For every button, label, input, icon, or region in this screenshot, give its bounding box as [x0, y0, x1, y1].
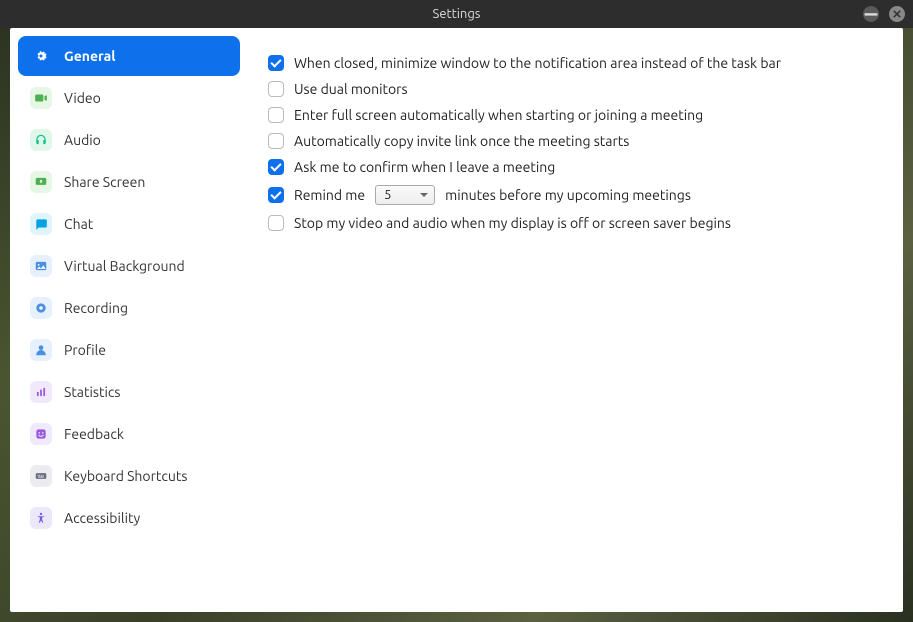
checkbox-confirm-leave[interactable]: [268, 159, 284, 175]
sidebar-item-label: Statistics: [64, 384, 120, 400]
titlebar[interactable]: Settings: [0, 0, 913, 28]
setting-auto-copy-invite: Automatically copy invite link once the …: [268, 128, 875, 154]
sidebar-item-statistics[interactable]: Statistics: [18, 372, 240, 412]
checkbox-auto-copy-invite[interactable]: [268, 133, 284, 149]
setting-confirm-leave: Ask me to confirm when I leave a meeting: [268, 154, 875, 180]
feedback-icon: [30, 423, 52, 445]
sidebar-item-label: Audio: [64, 132, 101, 148]
close-button[interactable]: [889, 6, 905, 22]
sidebar-item-label: Video: [64, 90, 101, 106]
setting-label: Use dual monitors: [294, 81, 408, 97]
settings-window: General Video Audio Share Screen Chat Virtual…: [10, 28, 903, 612]
sidebar-item-general[interactable]: General: [18, 36, 240, 76]
sidebar-item-label: Virtual Background: [64, 258, 185, 274]
sidebar-item-label: Profile: [64, 342, 106, 358]
sidebar-item-label: Keyboard Shortcuts: [64, 468, 187, 484]
keyboard-icon: [30, 465, 52, 487]
setting-minimize-on-close: When closed, minimize window to the noti…: [268, 50, 875, 76]
sidebar-item-label: Accessibility: [64, 510, 140, 526]
checkbox-full-screen-on-join[interactable]: [268, 107, 284, 123]
remind-minutes-select[interactable]: 5: [375, 185, 435, 205]
headphones-icon: [30, 129, 52, 151]
accessibility-icon: [30, 507, 52, 529]
setting-label: When closed, minimize window to the noti…: [294, 55, 781, 71]
setting-label: Enter full screen automatically when sta…: [294, 107, 703, 123]
chat-icon: [30, 213, 52, 235]
sidebar: General Video Audio Share Screen Chat Virtual…: [10, 28, 240, 612]
sidebar-item-recording[interactable]: Recording: [18, 288, 240, 328]
record-icon: [30, 297, 52, 319]
setting-full-screen-on-join: Enter full screen automatically when sta…: [268, 102, 875, 128]
checkbox-dual-monitors[interactable]: [268, 81, 284, 97]
setting-label-prefix: Remind me: [294, 187, 365, 203]
sidebar-item-keyboard-shortcuts[interactable]: Keyboard Shortcuts: [18, 456, 240, 496]
window-title: Settings: [433, 7, 481, 21]
sidebar-item-accessibility[interactable]: Accessibility: [18, 498, 240, 538]
setting-remind: Remind me 5 minutes before my upcoming m…: [268, 180, 875, 210]
sidebar-item-profile[interactable]: Profile: [18, 330, 240, 370]
sidebar-item-label: Recording: [64, 300, 128, 316]
sidebar-item-label: General: [64, 48, 116, 64]
gear-icon: [30, 45, 52, 67]
sidebar-item-share-screen[interactable]: Share Screen: [18, 162, 240, 202]
setting-stop-av-on-screensaver: Stop my video and audio when my display …: [268, 210, 875, 236]
minimize-button[interactable]: [863, 6, 879, 22]
image-icon: [30, 255, 52, 277]
settings-content: When closed, minimize window to the noti…: [240, 28, 903, 612]
sidebar-item-audio[interactable]: Audio: [18, 120, 240, 160]
setting-label: Automatically copy invite link once the …: [294, 133, 629, 149]
setting-label: Stop my video and audio when my display …: [294, 215, 731, 231]
sidebar-item-label: Feedback: [64, 426, 124, 442]
sidebar-item-feedback[interactable]: Feedback: [18, 414, 240, 454]
sidebar-item-video[interactable]: Video: [18, 78, 240, 118]
remind-minutes-value: 5: [384, 188, 391, 202]
checkbox-remind[interactable]: [268, 187, 284, 203]
sidebar-item-label: Chat: [64, 216, 93, 232]
sidebar-item-virtual-background[interactable]: Virtual Background: [18, 246, 240, 286]
checkbox-minimize-on-close[interactable]: [268, 55, 284, 71]
profile-icon: [30, 339, 52, 361]
setting-dual-monitors: Use dual monitors: [268, 76, 875, 102]
sidebar-item-label: Share Screen: [64, 174, 145, 190]
share-icon: [30, 171, 52, 193]
sidebar-item-chat[interactable]: Chat: [18, 204, 240, 244]
video-icon: [30, 87, 52, 109]
checkbox-stop-av-on-screensaver[interactable]: [268, 215, 284, 231]
setting-label-suffix: minutes before my upcoming meetings: [445, 187, 691, 203]
stats-icon: [30, 381, 52, 403]
setting-label: Ask me to confirm when I leave a meeting: [294, 159, 555, 175]
